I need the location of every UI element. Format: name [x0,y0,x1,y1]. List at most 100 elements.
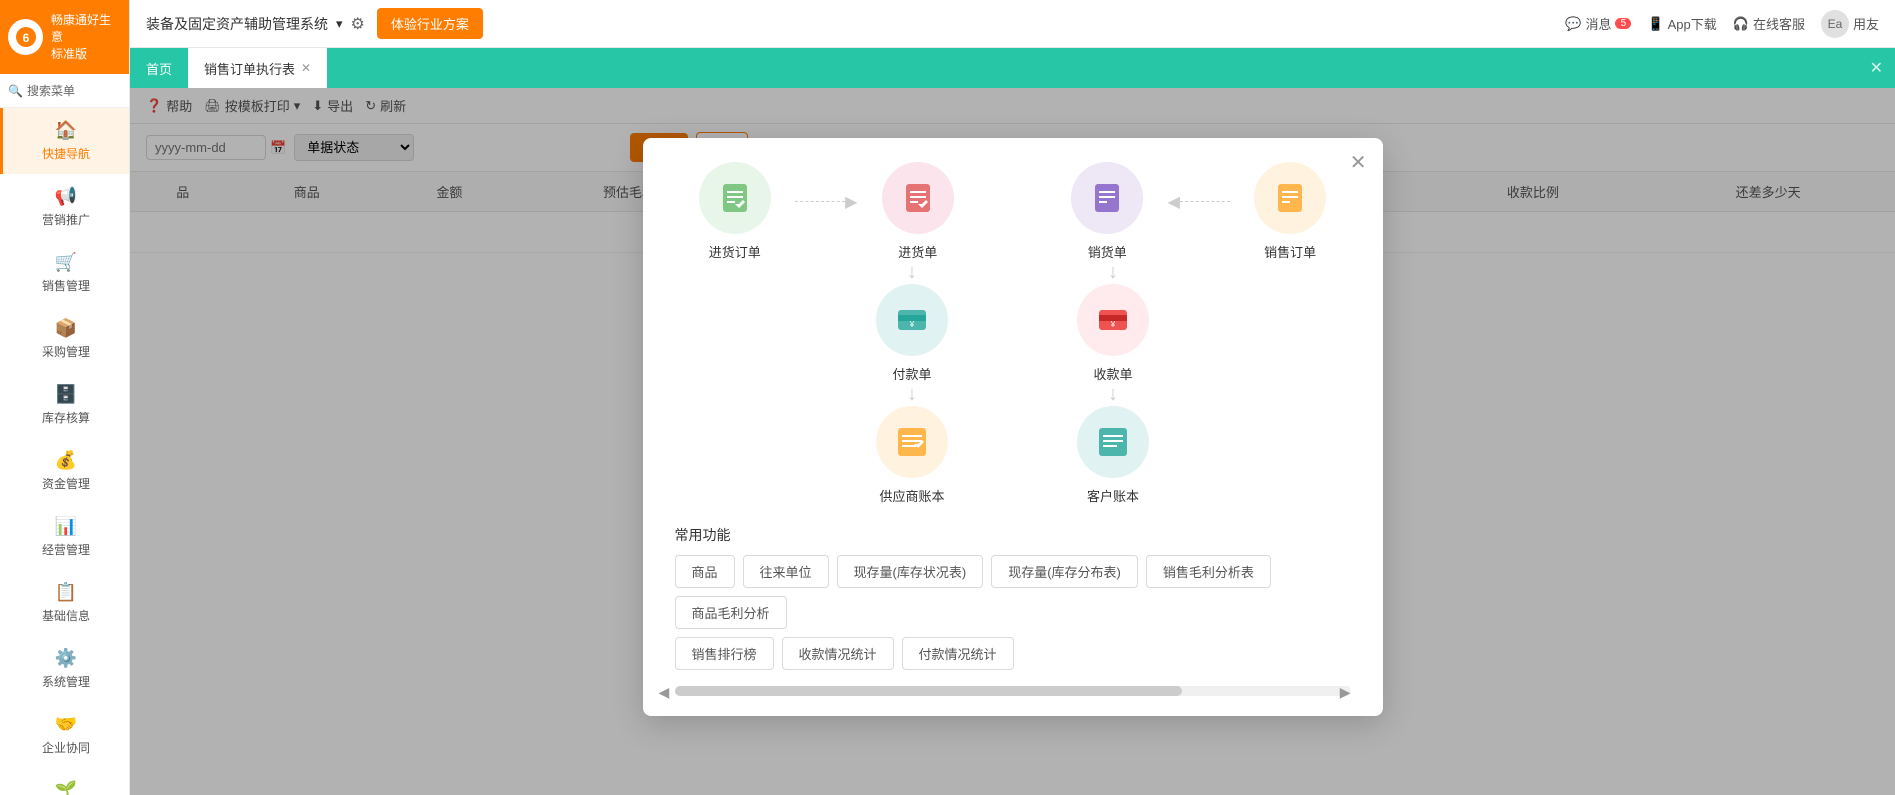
purchase-order-label: 进货订单 [709,242,761,261]
online-service-btn[interactable]: 🎧 在线客服 [1733,14,1805,33]
purchase-bill-icon [882,162,954,234]
flow-node-customer-ledger[interactable]: 客户账本 [1049,406,1177,505]
receipt-bill-label: 收款单 [1093,364,1132,383]
chart-icon: 📊 [55,516,77,537]
system-dropdown[interactable]: ▾ [336,16,343,32]
sales-bill-label: 销货单 [1088,242,1127,261]
sidebar-item-system[interactable]: ⚙️ 系统管理 [0,636,129,702]
topbar: 装备及固定资产辅助管理系统 ▾ ⚙ 体验行业方案 💬 消息 5 📱 App下载 [130,0,1895,48]
sidebar: 6 畅康通好生意 标准版 🔍 搜索菜单 🏠 快捷导航 📢 营销推广 🛒 销售管理 [0,0,130,795]
common-func: 常用功能 商品 往来单位 现存量(库存状况表) 现存量(库存分布表) 销售毛利分… [675,525,1351,670]
flow-node-payment-bill[interactable]: ¥ 付款单 [848,284,976,383]
flow-node-sales-bill[interactable]: 销货单 [1047,162,1168,261]
avatar: Ea [1821,10,1849,38]
settings-icon: ⚙️ [55,648,77,669]
svg-text:¥: ¥ [909,320,915,329]
receipt-bill-icon: ¥ [1077,284,1149,356]
logo-text: 畅康通好生意 标准版 [51,12,121,62]
sidebar-item-guide[interactable]: 🌱 新手引导 [0,768,129,795]
chevron-down-icon: ▾ [336,16,343,32]
message-icon: 💬 [1565,16,1581,32]
box-icon: 📦 [55,318,77,339]
sidebar-item-marketing[interactable]: 📢 营销推广 [0,174,129,240]
topbar-system: 装备及固定资产辅助管理系统 ▾ ⚙ [146,14,365,34]
sales-bill-icon [1071,162,1143,234]
func-btn-product[interactable]: 商品 [675,555,735,588]
func-buttons-row2: 销售排行榜 收款情况统计 付款情况统计 [675,637,1351,670]
megaphone-icon: 📢 [55,186,77,207]
customer-ledger-label: 客户账本 [1087,486,1139,505]
sales-order-label: 销售订单 [1264,242,1316,261]
user-menu[interactable]: Ea 用友 [1821,10,1879,38]
cart-icon: 🛒 [55,252,77,273]
arrow-purchase-to-bill: ▶ [795,192,857,212]
experience-btn[interactable]: 体验行业方案 [377,8,483,39]
func-btn-stock-status[interactable]: 现存量(库存状况表) [837,555,984,588]
func-btn-partners[interactable]: 往来单位 [743,555,829,588]
flow-node-receipt-bill[interactable]: ¥ 收款单 [1049,284,1177,383]
func-buttons: 商品 往来单位 现存量(库存状况表) 现存量(库存分布表) 销售毛利分析表 商品… [675,555,1351,629]
flow-node-purchase-bill[interactable]: 进货单 [857,162,978,261]
sidebar-item-finance[interactable]: 💰 资金管理 [0,438,129,504]
sidebar-item-enterprise[interactable]: 🤝 企业协同 [0,702,129,768]
popup: ✕ [643,138,1383,716]
scroll-right-arrow[interactable]: ▶ [1340,684,1351,701]
sidebar-item-basic-info[interactable]: 📋 基础信息 [0,570,129,636]
sales-order-icon [1254,162,1326,234]
svg-text:6: 6 [22,31,29,45]
main-content: 装备及固定资产辅助管理系统 ▾ ⚙ 体验行业方案 💬 消息 5 📱 App下载 [130,0,1895,795]
func-btn-product-profit[interactable]: 商品毛利分析 [675,596,787,629]
money-icon: 💰 [55,450,77,471]
sidebar-logo: 6 畅康通好生意 标准版 [0,0,129,74]
sidebar-item-operations[interactable]: 📊 经营管理 [0,504,129,570]
sidebar-nav: 🏠 快捷导航 📢 营销推广 🛒 销售管理 📦 采购管理 🗄️ 库存核算 💰 [0,108,129,795]
sidebar-item-purchase[interactable]: 📦 采购管理 [0,306,129,372]
tab-close-icon[interactable]: ✕ [301,61,311,75]
settings-gear-icon[interactable]: ⚙ [351,14,365,34]
system-title: 装备及固定资产辅助管理系统 [146,14,328,34]
func-btn-stock-dist[interactable]: 现存量(库存分布表) [991,555,1138,588]
headset-icon: 🎧 [1733,16,1749,32]
func-btn-sales-profit[interactable]: 销售毛利分析表 [1146,555,1271,588]
scroll-thumb[interactable] [675,686,1182,696]
list-icon: 📋 [55,582,77,603]
sidebar-item-quick-nav[interactable]: 🏠 快捷导航 [0,108,129,174]
seedling-icon: 🌱 [55,780,77,795]
tab-home[interactable]: 首页 [130,48,188,88]
flow-node-sales-order[interactable]: 销售订单 [1230,162,1351,261]
svg-text:¥: ¥ [1110,320,1116,329]
arrow-sales-order-to-bill: ◀ [1168,192,1230,212]
sidebar-search[interactable]: 🔍 搜索菜单 [0,74,129,108]
handshake-icon: 🤝 [55,714,77,735]
app-download-btn[interactable]: 📱 App下载 [1647,14,1716,33]
message-btn[interactable]: 💬 消息 5 [1565,14,1631,33]
sidebar-item-sales[interactable]: 🛒 销售管理 [0,240,129,306]
supplier-ledger-icon [876,406,948,478]
purchase-order-icon [699,162,771,234]
func-btn-sales-rank[interactable]: 销售排行榜 [675,637,774,670]
payment-bill-label: 付款单 [893,364,932,383]
customer-ledger-icon [1077,406,1149,478]
flow-node-supplier-ledger[interactable]: 供应商账本 [848,406,976,505]
content-area: ❓ 帮助 🖨 按模板打印 ▾ ⬇ 导出 ↻ 刷新 [130,88,1895,795]
home-icon: 🏠 [55,120,77,141]
cabinet-icon: 🗄️ [55,384,77,405]
purchase-bill-label: 进货单 [898,242,937,261]
func-btn-receipt-stats[interactable]: 收款情况统计 [782,637,894,670]
topbar-right: 💬 消息 5 📱 App下载 🎧 在线客服 Ea 用友 [1565,10,1879,38]
flow-diagram: 进货订单 ▶ [675,162,1351,505]
tabbar: 首页 销售订单执行表 ✕ ✕ [130,48,1895,88]
tab-panel-close-btn[interactable]: ✕ [1858,58,1895,78]
common-func-title: 常用功能 [675,525,1351,545]
scroll-left-arrow[interactable]: ◀ [659,684,670,701]
logo-icon: 6 [8,19,43,55]
flow-node-purchase-order[interactable]: 进货订单 [675,162,796,261]
popup-close-btn[interactable]: ✕ [1350,150,1367,175]
tab-sales-order-exec[interactable]: 销售订单执行表 ✕ [188,48,327,88]
func-btn-payment-stats[interactable]: 付款情况统计 [902,637,1014,670]
payment-bill-icon: ¥ [876,284,948,356]
message-badge: 5 [1615,18,1631,29]
popup-scrollbar[interactable]: ◀ ▶ [675,686,1351,696]
sidebar-item-inventory[interactable]: 🗄️ 库存核算 [0,372,129,438]
search-icon: 🔍 [8,84,23,98]
